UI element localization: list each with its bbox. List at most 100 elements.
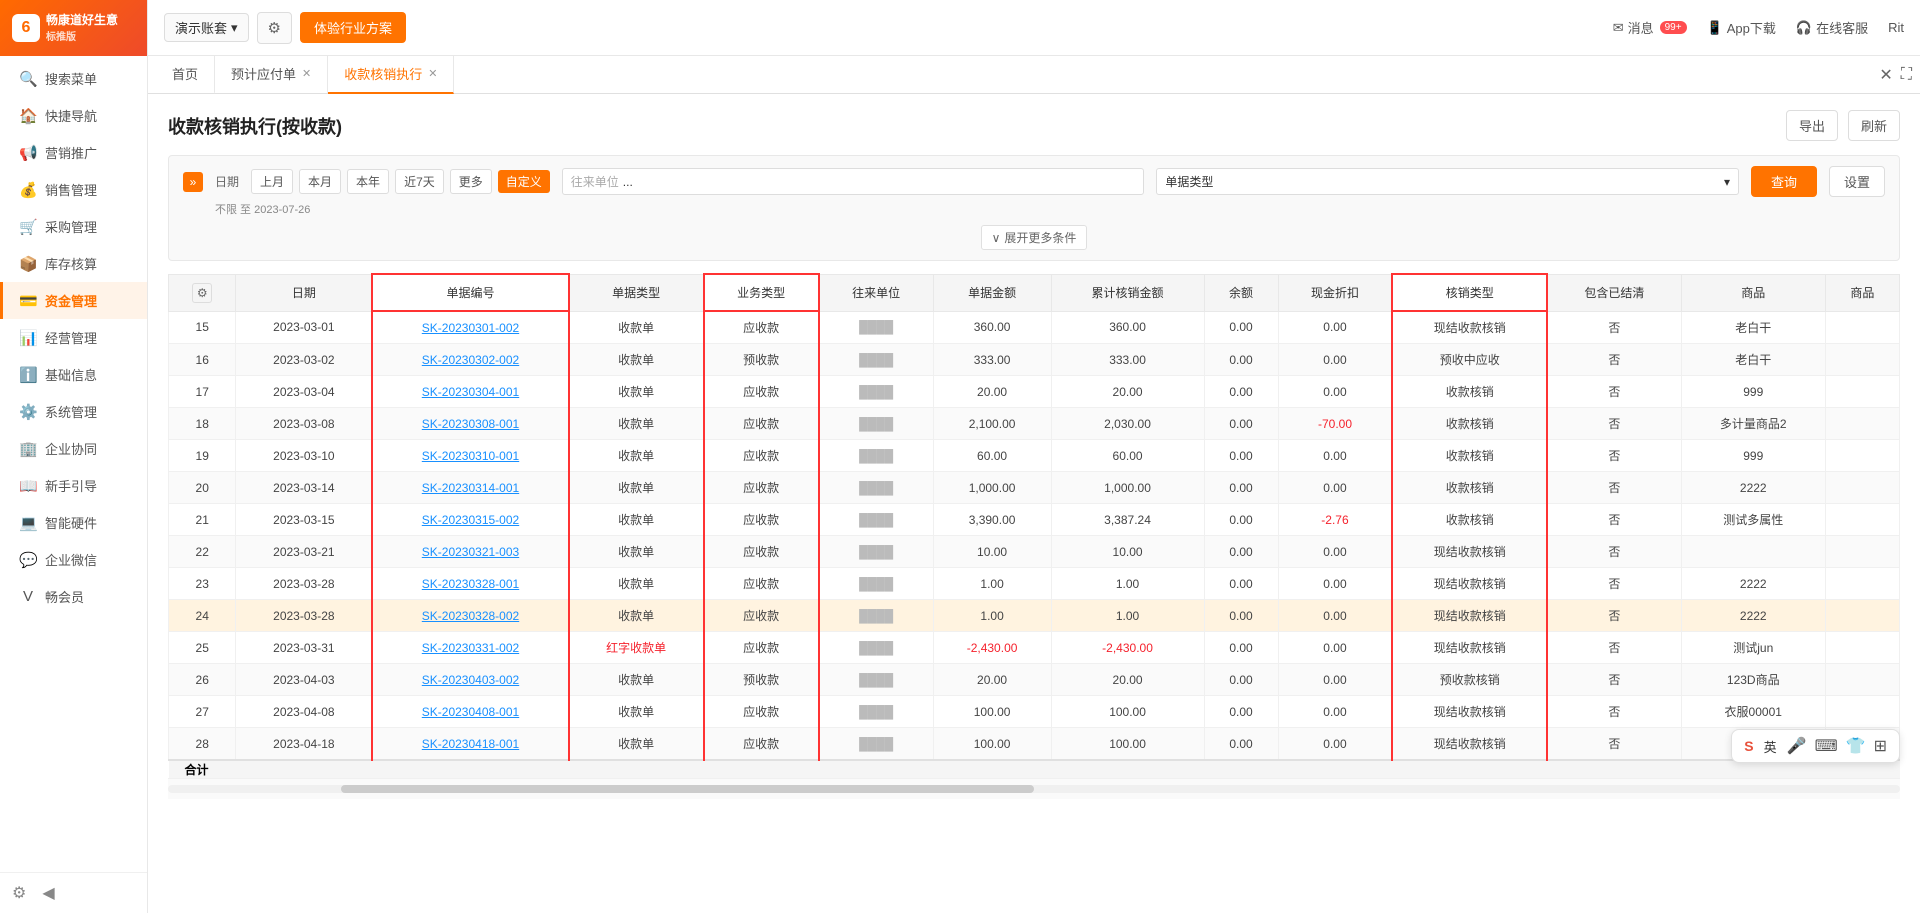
cell-bill-no[interactable]: SK-20230302-002 bbox=[372, 344, 568, 376]
cell-bill-no[interactable]: SK-20230301-002 bbox=[372, 311, 568, 344]
sidebar-item-basic[interactable]: ℹ️ 基础信息 bbox=[0, 356, 147, 393]
cell-product bbox=[1681, 536, 1825, 568]
app-download-label: App下载 bbox=[1727, 18, 1776, 37]
tab-payable[interactable]: 预计应付单 ✕ bbox=[215, 56, 328, 94]
sidebar-item-search[interactable]: 🔍 搜索菜单 bbox=[0, 60, 147, 97]
query-button[interactable]: 查询 bbox=[1751, 166, 1817, 197]
tab-expand-icon[interactable]: ⛶ bbox=[1901, 66, 1912, 84]
cell-product2 bbox=[1825, 408, 1899, 440]
sidebar-label-marketing: 营销推广 bbox=[45, 143, 97, 162]
sidebar-item-hardware[interactable]: 💻 智能硬件 bbox=[0, 504, 147, 541]
last-month-btn[interactable]: 上月 bbox=[251, 169, 293, 194]
cell-bill-no[interactable]: SK-20230304-001 bbox=[372, 376, 568, 408]
refresh-button[interactable]: 刷新 bbox=[1848, 110, 1900, 141]
online-service-item[interactable]: 🎧 在线客服 bbox=[1796, 18, 1868, 37]
cell-cumulative: 360.00 bbox=[1051, 311, 1204, 344]
company-name: 演示账套 bbox=[175, 18, 227, 37]
sidebar-item-wechat[interactable]: 💬 企业微信 bbox=[0, 541, 147, 578]
custom-date-btn[interactable]: 自定义 bbox=[498, 170, 550, 193]
counterparty-input[interactable]: 往来单位 ... bbox=[562, 168, 1145, 195]
tab-home[interactable]: 首页 bbox=[156, 56, 215, 94]
bill-type-select[interactable]: 单据类型 ▾ bbox=[1156, 168, 1739, 195]
cell-bill-no[interactable]: SK-20230321-003 bbox=[372, 536, 568, 568]
cell-bill-type: 收款单 bbox=[569, 344, 704, 376]
cell-product2 bbox=[1825, 504, 1899, 536]
cell-bill-no[interactable]: SK-20230310-001 bbox=[372, 440, 568, 472]
tab-receipt-exec-close[interactable]: ✕ bbox=[428, 67, 437, 80]
user-area[interactable]: Rit bbox=[1888, 20, 1904, 35]
cell-bill-no[interactable]: SK-20230331-002 bbox=[372, 632, 568, 664]
cell-product2 bbox=[1825, 568, 1899, 600]
cell-writeoff-type: 收款核销 bbox=[1392, 440, 1547, 472]
cell-product: 2222 bbox=[1681, 568, 1825, 600]
cell-bill-no[interactable]: SK-20230314-001 bbox=[372, 472, 568, 504]
expand-more-label: 展开更多条件 bbox=[1004, 229, 1076, 246]
cell-include-settled: 否 bbox=[1547, 344, 1681, 376]
shirt-icon[interactable]: 👕 bbox=[1846, 736, 1866, 756]
cell-biz-type: 应收款 bbox=[704, 536, 819, 568]
sidebar-item-inventory[interactable]: 📦 库存核算 bbox=[0, 245, 147, 282]
this-month-btn[interactable]: 本月 bbox=[299, 169, 341, 194]
cell-bill-no[interactable]: SK-20230315-002 bbox=[372, 504, 568, 536]
more-date-btn[interactable]: 更多 bbox=[450, 169, 492, 194]
cell-bill-amount: -2,430.00 bbox=[933, 632, 1051, 664]
settings-bottom-icon[interactable]: ⚙ bbox=[12, 883, 26, 903]
wechat-icon: 💬 bbox=[19, 551, 37, 569]
cell-biz-type: 应收款 bbox=[704, 632, 819, 664]
this-year-btn[interactable]: 本年 bbox=[347, 169, 389, 194]
tab-home-label: 首页 bbox=[172, 64, 198, 83]
cell-bill-no[interactable]: SK-20230408-001 bbox=[372, 696, 568, 728]
cell-product2 bbox=[1825, 632, 1899, 664]
cell-balance: 0.00 bbox=[1204, 472, 1278, 504]
tab-close-all-icon[interactable]: ✕ bbox=[1879, 65, 1892, 85]
search-icon: 🔍 bbox=[19, 70, 37, 88]
sidebar-item-quicknav[interactable]: 🏠 快捷导航 bbox=[0, 97, 147, 134]
sidebar-item-sales[interactable]: 💰 销售管理 bbox=[0, 171, 147, 208]
sidebar-item-finance[interactable]: 💳 资金管理 bbox=[0, 282, 147, 319]
cell-no: 22 bbox=[169, 536, 236, 568]
collapse-sidebar-icon[interactable]: ◀ bbox=[42, 883, 54, 903]
horizontal-scrollbar[interactable] bbox=[168, 785, 1900, 793]
setting-button[interactable]: 设置 bbox=[1829, 166, 1885, 197]
th-settings[interactable]: ⚙ bbox=[169, 274, 236, 311]
filter-expand-icon[interactable]: » bbox=[183, 172, 203, 192]
cell-include-settled: 否 bbox=[1547, 664, 1681, 696]
sidebar-item-purchase[interactable]: 🛒 采购管理 bbox=[0, 208, 147, 245]
company-selector[interactable]: 演示账套 ▾ bbox=[164, 13, 249, 42]
microphone-icon[interactable]: 🎤 bbox=[1787, 736, 1807, 756]
cell-bill-type: 收款单 bbox=[569, 600, 704, 632]
last7-btn[interactable]: 近7天 bbox=[395, 169, 444, 194]
sidebar-item-enterprise[interactable]: 🏢 企业协同 bbox=[0, 430, 147, 467]
keyboard-icon[interactable]: ⌨ bbox=[1815, 736, 1838, 756]
cell-bill-no[interactable]: SK-20230328-001 bbox=[372, 568, 568, 600]
sidebar-item-marketing[interactable]: 📢 营销推广 bbox=[0, 134, 147, 171]
cell-date: 2023-03-04 bbox=[236, 376, 372, 408]
grid-icon[interactable]: ⊞ bbox=[1874, 736, 1887, 756]
experience-button[interactable]: 体验行业方案 bbox=[300, 12, 406, 43]
sidebar-item-guide[interactable]: 📖 新手引导 bbox=[0, 467, 147, 504]
cell-bill-no[interactable]: SK-20230328-002 bbox=[372, 600, 568, 632]
sidebar-item-member[interactable]: V 畅会员 bbox=[0, 578, 147, 615]
export-button[interactable]: 导出 bbox=[1786, 110, 1838, 141]
message-item[interactable]: ✉ 消息 99+ bbox=[1613, 18, 1687, 37]
th-bill-type: 单据类型 bbox=[569, 274, 704, 311]
cell-no: 15 bbox=[169, 311, 236, 344]
th-include-settled: 包含已结清 bbox=[1547, 274, 1681, 311]
sidebar-item-operations[interactable]: 📊 经营管理 bbox=[0, 319, 147, 356]
cell-cash-discount: 0.00 bbox=[1278, 311, 1392, 344]
cell-bill-no[interactable]: SK-20230418-001 bbox=[372, 728, 568, 761]
filter-row: » 日期 上月 本月 本年 近7天 更多 自定义 往来单位 ... bbox=[183, 166, 1885, 197]
expand-more-conditions-btn[interactable]: ∨ 展开更多条件 bbox=[981, 225, 1088, 250]
cell-bill-no[interactable]: SK-20230403-002 bbox=[372, 664, 568, 696]
tab-receipt-exec[interactable]: 收款核销执行 ✕ bbox=[328, 56, 454, 94]
sidebar-item-system[interactable]: ⚙️ 系统管理 bbox=[0, 393, 147, 430]
tab-payable-close[interactable]: ✕ bbox=[302, 67, 311, 80]
cell-bill-no[interactable]: SK-20230308-001 bbox=[372, 408, 568, 440]
headset-icon: 🎧 bbox=[1796, 20, 1812, 36]
app-download-item[interactable]: 📱 App下载 bbox=[1707, 18, 1776, 37]
scroll-thumb[interactable] bbox=[341, 785, 1034, 793]
table-settings-icon[interactable]: ⚙ bbox=[192, 283, 212, 303]
topbar-gear-button[interactable]: ⚙ bbox=[257, 12, 292, 44]
cell-bill-amount: 100.00 bbox=[933, 696, 1051, 728]
cell-bill-amount: 20.00 bbox=[933, 376, 1051, 408]
